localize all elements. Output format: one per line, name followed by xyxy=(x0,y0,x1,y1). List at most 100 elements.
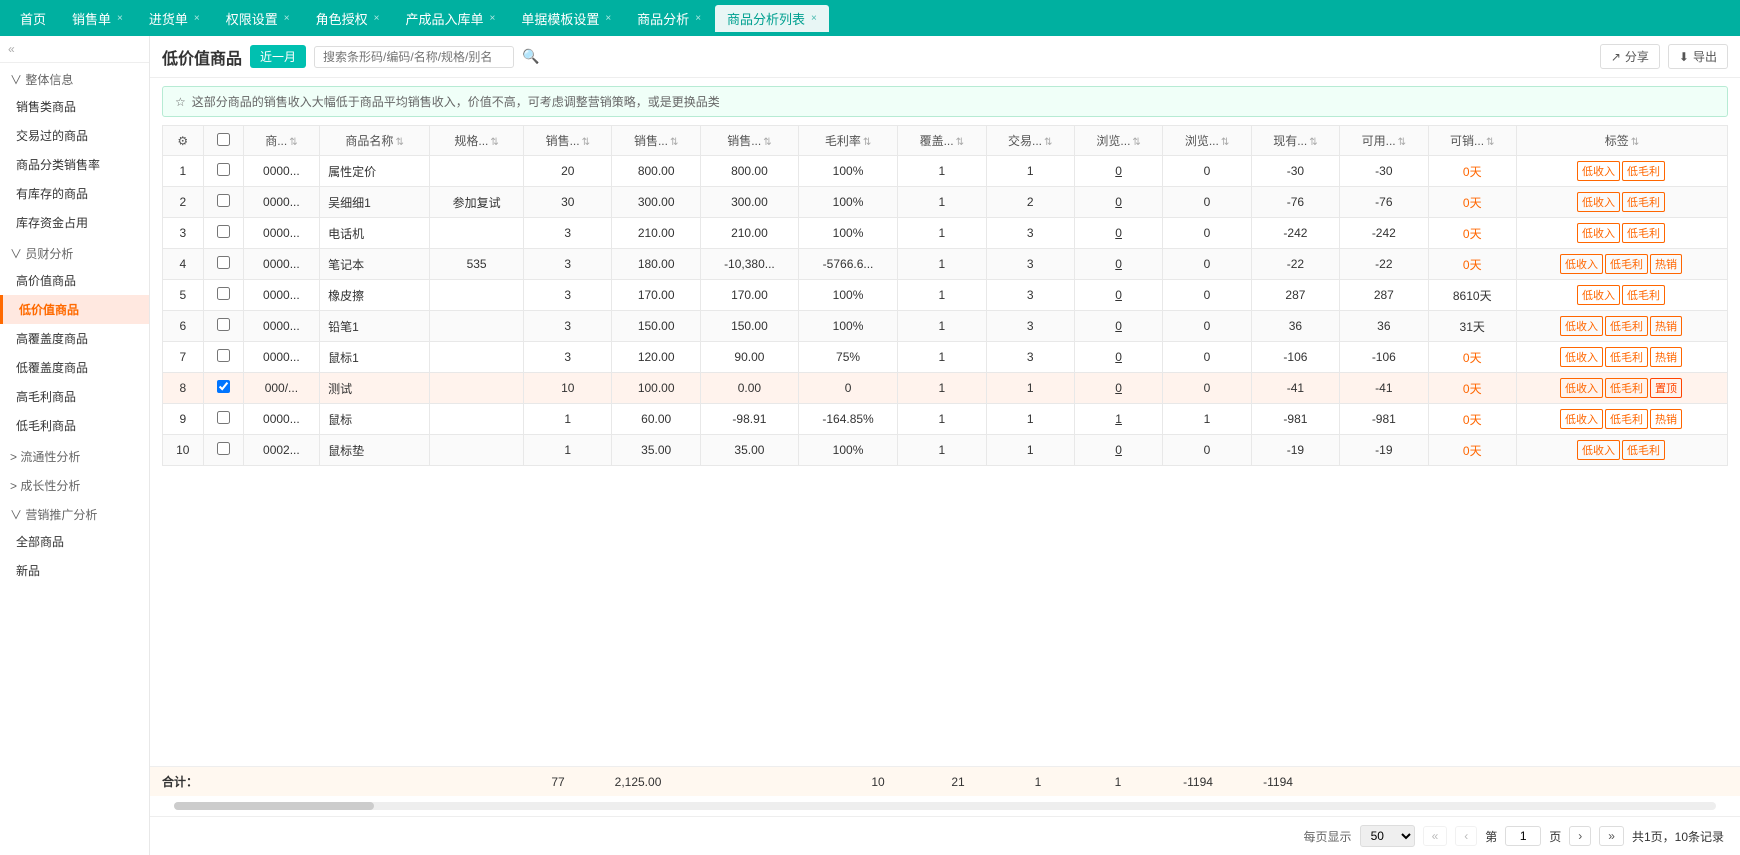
cell-browse1[interactable]: 0 xyxy=(1074,249,1162,280)
table-row[interactable]: 4 0000... 笔记本 535 3 180.00 -10,380... -5… xyxy=(163,249,1728,280)
cell-check[interactable] xyxy=(203,435,243,466)
close-icon[interactable]: × xyxy=(194,13,200,24)
sidebar-item-new-products[interactable]: 新品 xyxy=(0,556,149,585)
prev-page-btn[interactable]: ‹ xyxy=(1455,826,1477,846)
sidebar-item-low-coverage[interactable]: 低覆盖度商品 xyxy=(0,353,149,382)
cell-check[interactable] xyxy=(203,187,243,218)
table-row[interactable]: 10 0002... 鼠标垫 1 35.00 35.00 100% 1 1 0 … xyxy=(163,435,1728,466)
row-checkbox[interactable] xyxy=(217,256,230,269)
sidebar-item-low-margin[interactable]: 低毛利商品 xyxy=(0,411,149,440)
cell-name[interactable]: 鼠标 xyxy=(320,404,430,435)
nav-tab-role-auth[interactable]: 角色授权 × xyxy=(304,5,392,32)
th-stock1[interactable]: 现有...⇅ xyxy=(1251,126,1339,156)
row-checkbox[interactable] xyxy=(217,318,230,331)
nav-tab-product-analysis-list[interactable]: 商品分析列表 × xyxy=(715,5,829,32)
th-stock2[interactable]: 可用...⇅ xyxy=(1340,126,1428,156)
nav-tab-product-analysis[interactable]: 商品分析 × xyxy=(625,5,713,32)
row-checkbox[interactable] xyxy=(217,287,230,300)
search-button[interactable]: 🔍 xyxy=(522,48,539,65)
cell-name[interactable]: 鼠标垫 xyxy=(320,435,430,466)
cell-browse1[interactable]: 1 xyxy=(1074,404,1162,435)
th-gross[interactable]: 毛利率⇅ xyxy=(798,126,897,156)
row-checkbox[interactable] xyxy=(217,442,230,455)
cell-name[interactable]: 测试 xyxy=(320,373,430,404)
sidebar-item-stock-capital[interactable]: 库存资金占用 xyxy=(0,208,149,237)
sidebar-item-high-coverage[interactable]: 高覆盖度商品 xyxy=(0,324,149,353)
cell-browse1[interactable]: 0 xyxy=(1074,218,1162,249)
cell-browse1[interactable]: 0 xyxy=(1074,373,1162,404)
th-sale2[interactable]: 销售...⇅ xyxy=(612,126,700,156)
cell-name[interactable]: 铅笔1 xyxy=(320,311,430,342)
row-checkbox[interactable] xyxy=(217,349,230,362)
sidebar-group-financial[interactable]: ∨ 员财分析 xyxy=(0,237,149,266)
cell-name[interactable]: 橡皮擦 xyxy=(320,280,430,311)
cell-browse1[interactable]: 0 xyxy=(1074,187,1162,218)
cell-check[interactable] xyxy=(203,311,243,342)
cell-check[interactable] xyxy=(203,342,243,373)
sidebar-item-stocked-products[interactable]: 有库存的商品 xyxy=(0,179,149,208)
cell-name[interactable]: 笔记本 xyxy=(320,249,430,280)
sidebar-item-category-sales-rate[interactable]: 商品分类销售率 xyxy=(0,150,149,179)
close-icon[interactable]: × xyxy=(695,13,701,24)
next-page-btn[interactable]: › xyxy=(1569,826,1591,846)
th-cover[interactable]: 覆盖...⇅ xyxy=(898,126,986,156)
per-page-select[interactable]: 50 100 200 xyxy=(1360,825,1415,847)
th-browse2[interactable]: 浏览...⇅ xyxy=(1163,126,1251,156)
close-icon[interactable]: × xyxy=(811,13,817,24)
th-trade[interactable]: 交易...⇅ xyxy=(986,126,1074,156)
cell-check[interactable] xyxy=(203,218,243,249)
sidebar-group-marketing[interactable]: ∨ 营销推广分析 xyxy=(0,498,149,527)
close-icon[interactable]: × xyxy=(284,13,290,24)
row-checkbox[interactable] xyxy=(217,163,230,176)
table-row[interactable]: 3 0000... 电话机 3 210.00 210.00 100% 1 3 0… xyxy=(163,218,1728,249)
nav-tab-template[interactable]: 单据模板设置 × xyxy=(509,5,623,32)
th-checkbox[interactable] xyxy=(203,126,243,156)
cell-browse1[interactable]: 0 xyxy=(1074,435,1162,466)
th-code[interactable]: 商...⇅ xyxy=(243,126,320,156)
sidebar-group-circulation[interactable]: > 流通性分析 xyxy=(0,440,149,469)
sidebar-group-growth[interactable]: > 成长性分析 xyxy=(0,469,149,498)
sidebar-item-low-value[interactable]: 低价值商品 xyxy=(0,295,149,324)
scrollbar-thumb[interactable] xyxy=(174,802,374,810)
table-row[interactable]: 1 0000... 属性定价 20 800.00 800.00 100% 1 1… xyxy=(163,156,1728,187)
cell-name[interactable]: 鼠标1 xyxy=(320,342,430,373)
close-icon[interactable]: × xyxy=(605,13,611,24)
row-checkbox[interactable] xyxy=(217,225,230,238)
horizontal-scrollbar[interactable] xyxy=(174,802,1716,810)
cell-check[interactable] xyxy=(203,404,243,435)
th-tags[interactable]: 标签⇅ xyxy=(1516,126,1727,156)
cell-name[interactable]: 电话机 xyxy=(320,218,430,249)
export-button[interactable]: ⬇ 导出 xyxy=(1668,44,1728,69)
table-row[interactable]: 2 0000... 吴细细1 参加复试 30 300.00 300.00 100… xyxy=(163,187,1728,218)
cell-name[interactable]: 属性定价 xyxy=(320,156,430,187)
sidebar-item-high-margin[interactable]: 高毛利商品 xyxy=(0,382,149,411)
first-page-btn[interactable]: « xyxy=(1423,826,1448,846)
th-spec[interactable]: 规格...⇅ xyxy=(430,126,524,156)
th-browse1[interactable]: 浏览...⇅ xyxy=(1074,126,1162,156)
cell-check[interactable] xyxy=(203,156,243,187)
table-row[interactable]: 6 0000... 铅笔1 3 150.00 150.00 100% 1 3 0… xyxy=(163,311,1728,342)
close-icon[interactable]: × xyxy=(374,13,380,24)
sidebar-item-traded-products[interactable]: 交易过的商品 xyxy=(0,121,149,150)
page-number-input[interactable] xyxy=(1505,826,1541,846)
share-button[interactable]: ↗ 分享 xyxy=(1600,44,1660,69)
row-checkbox[interactable] xyxy=(217,380,230,393)
cell-browse1[interactable]: 0 xyxy=(1074,311,1162,342)
nav-home[interactable]: 首页 xyxy=(8,5,58,32)
search-input[interactable] xyxy=(314,46,514,68)
table-wrapper[interactable]: ⚙ 商...⇅ 商品名称⇅ 规格...⇅ 销售...⇅ 销售...⇅ 销售...… xyxy=(150,125,1740,766)
table-row[interactable]: 9 0000... 鼠标 1 60.00 -98.91 -164.85% 1 1… xyxy=(163,404,1728,435)
sidebar-item-all-products[interactable]: 全部商品 xyxy=(0,527,149,556)
sidebar-item-high-value[interactable]: 高价值商品 xyxy=(0,266,149,295)
table-row[interactable]: 7 0000... 鼠标1 3 120.00 90.00 75% 1 3 0 0… xyxy=(163,342,1728,373)
sidebar-item-sales-products[interactable]: 销售类商品 xyxy=(0,92,149,121)
cell-browse1[interactable]: 0 xyxy=(1074,342,1162,373)
table-row[interactable]: 8 000/... 测试 10 100.00 0.00 0 1 1 0 0 -4… xyxy=(163,373,1728,404)
cell-check[interactable] xyxy=(203,373,243,404)
sidebar-group-overall[interactable]: ∨ 整体信息 xyxy=(0,63,149,92)
th-name[interactable]: 商品名称⇅ xyxy=(320,126,430,156)
cell-name[interactable]: 吴细细1 xyxy=(320,187,430,218)
sidebar-collapse-btn[interactable]: « xyxy=(8,42,15,56)
close-icon[interactable]: × xyxy=(117,13,123,24)
cell-check[interactable] xyxy=(203,280,243,311)
